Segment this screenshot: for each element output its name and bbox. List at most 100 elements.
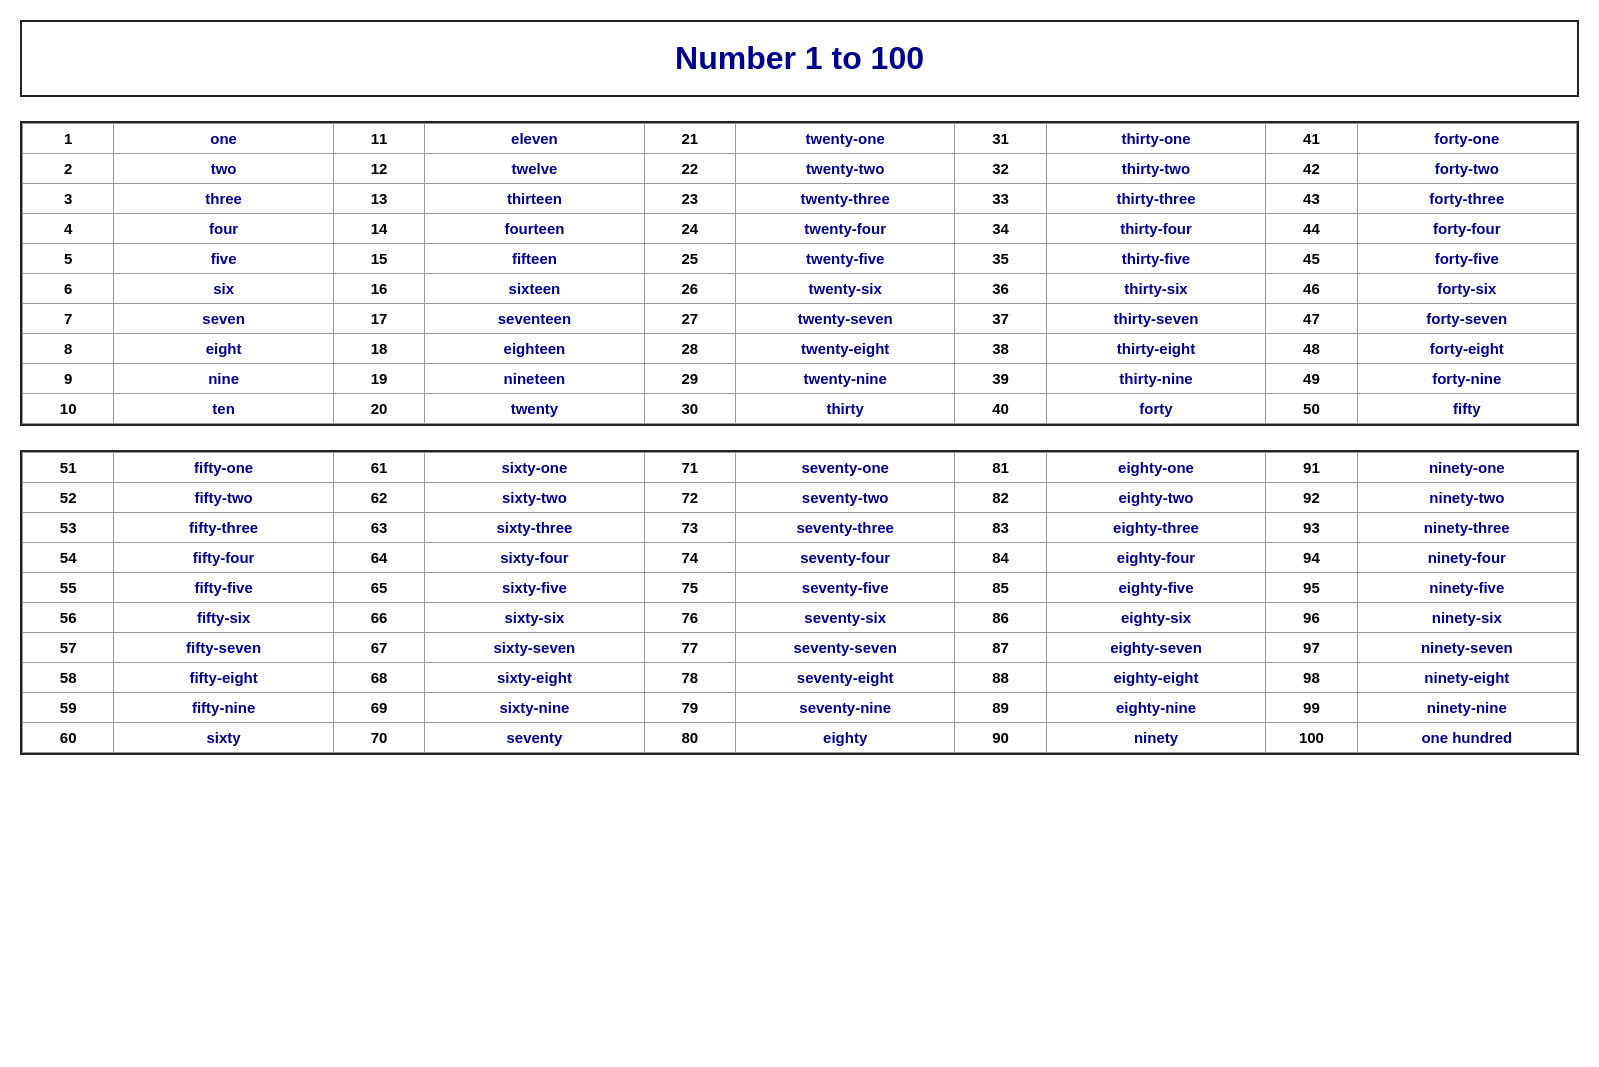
number-cell: 77	[644, 633, 735, 663]
number-cell: 27	[644, 304, 735, 334]
word-cell: eighty-eight	[1046, 663, 1265, 693]
number-cell: 67	[333, 633, 424, 663]
word-cell: twenty-six	[736, 274, 955, 304]
number-cell: 64	[333, 543, 424, 573]
word-cell: eighty-three	[1046, 513, 1265, 543]
word-cell: sixty-seven	[425, 633, 644, 663]
number-cell: 65	[333, 573, 424, 603]
number-cell: 18	[333, 334, 424, 364]
word-cell: ninety-two	[1357, 483, 1576, 513]
number-cell: 26	[644, 274, 735, 304]
number-cell: 30	[644, 394, 735, 424]
word-cell: seventy-nine	[736, 693, 955, 723]
word-cell: twenty-four	[736, 214, 955, 244]
number-cell: 60	[23, 723, 114, 753]
number-cell: 2	[23, 154, 114, 184]
word-cell: seventy	[425, 723, 644, 753]
number-cell: 62	[333, 483, 424, 513]
number-cell: 93	[1266, 513, 1357, 543]
word-cell: ninety	[1046, 723, 1265, 753]
number-cell: 89	[955, 693, 1046, 723]
number-cell: 45	[1266, 244, 1357, 274]
number-cell: 78	[644, 663, 735, 693]
word-cell: thirty-nine	[1046, 364, 1265, 394]
number-cell: 11	[333, 124, 424, 154]
number-cell: 95	[1266, 573, 1357, 603]
word-cell: seventy-seven	[736, 633, 955, 663]
word-cell: seventeen	[425, 304, 644, 334]
word-cell: twelve	[425, 154, 644, 184]
word-cell: thirty-one	[1046, 124, 1265, 154]
number-cell: 56	[23, 603, 114, 633]
word-cell: thirty-two	[1046, 154, 1265, 184]
table1: 1one11eleven21twenty-one31thirty-one41fo…	[22, 123, 1577, 424]
word-cell: two	[114, 154, 333, 184]
number-cell: 1	[23, 124, 114, 154]
number-cell: 19	[333, 364, 424, 394]
word-cell: eighty-two	[1046, 483, 1265, 513]
number-cell: 83	[955, 513, 1046, 543]
word-cell: seventy-five	[736, 573, 955, 603]
number-cell: 8	[23, 334, 114, 364]
word-cell: fifty-four	[114, 543, 333, 573]
number-cell: 99	[1266, 693, 1357, 723]
number-cell: 33	[955, 184, 1046, 214]
word-cell: four	[114, 214, 333, 244]
word-cell: fifty-three	[114, 513, 333, 543]
word-cell: sixty-two	[425, 483, 644, 513]
number-cell: 7	[23, 304, 114, 334]
number-cell: 13	[333, 184, 424, 214]
number-cell: 54	[23, 543, 114, 573]
word-cell: seventy-three	[736, 513, 955, 543]
number-cell: 21	[644, 124, 735, 154]
title-box: Number 1 to 100	[20, 20, 1579, 97]
word-cell: eighty-six	[1046, 603, 1265, 633]
word-cell: nineteen	[425, 364, 644, 394]
number-cell: 73	[644, 513, 735, 543]
word-cell: twenty-seven	[736, 304, 955, 334]
word-cell: six	[114, 274, 333, 304]
number-cell: 57	[23, 633, 114, 663]
number-cell: 92	[1266, 483, 1357, 513]
word-cell: thirty-seven	[1046, 304, 1265, 334]
word-cell: fifty-seven	[114, 633, 333, 663]
word-cell: sixteen	[425, 274, 644, 304]
number-cell: 51	[23, 453, 114, 483]
number-cell: 82	[955, 483, 1046, 513]
number-cell: 72	[644, 483, 735, 513]
word-cell: seventy-four	[736, 543, 955, 573]
word-cell: fifteen	[425, 244, 644, 274]
word-cell: fifty-eight	[114, 663, 333, 693]
word-cell: seventy-two	[736, 483, 955, 513]
word-cell: forty-four	[1357, 214, 1576, 244]
number-cell: 36	[955, 274, 1046, 304]
word-cell: seventy-six	[736, 603, 955, 633]
number-cell: 90	[955, 723, 1046, 753]
number-cell: 20	[333, 394, 424, 424]
number-cell: 55	[23, 573, 114, 603]
number-cell: 81	[955, 453, 1046, 483]
number-cell: 29	[644, 364, 735, 394]
word-cell: twenty-five	[736, 244, 955, 274]
word-cell: eighty-five	[1046, 573, 1265, 603]
number-cell: 38	[955, 334, 1046, 364]
word-cell: sixty-three	[425, 513, 644, 543]
word-cell: twenty-eight	[736, 334, 955, 364]
word-cell: seventy-one	[736, 453, 955, 483]
word-cell: forty-eight	[1357, 334, 1576, 364]
word-cell: ninety-seven	[1357, 633, 1576, 663]
word-cell: forty-two	[1357, 154, 1576, 184]
word-cell: fifty	[1357, 394, 1576, 424]
word-cell: thirty-six	[1046, 274, 1265, 304]
word-cell: fifty-one	[114, 453, 333, 483]
word-cell: eighty-nine	[1046, 693, 1265, 723]
number-cell: 15	[333, 244, 424, 274]
word-cell: three	[114, 184, 333, 214]
number-cell: 35	[955, 244, 1046, 274]
word-cell: fourteen	[425, 214, 644, 244]
number-cell: 22	[644, 154, 735, 184]
word-cell: twenty-one	[736, 124, 955, 154]
number-cell: 76	[644, 603, 735, 633]
number-cell: 28	[644, 334, 735, 364]
number-cell: 40	[955, 394, 1046, 424]
